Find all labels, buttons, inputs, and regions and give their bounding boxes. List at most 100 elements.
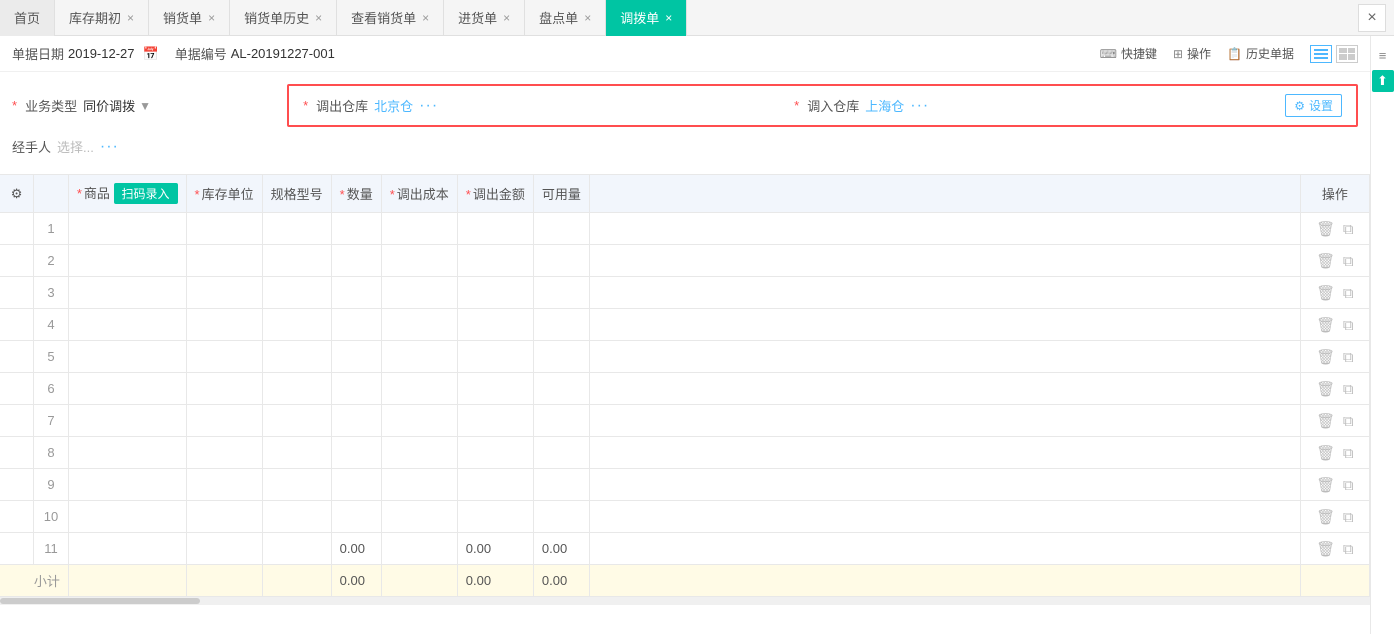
row-spec-cell[interactable]: [262, 469, 331, 501]
window-close-button[interactable]: ×: [1358, 4, 1386, 32]
row-spec-cell[interactable]: [262, 309, 331, 341]
row-available-cell[interactable]: [533, 405, 589, 437]
transfer-out-value[interactable]: 北京仓: [374, 96, 413, 115]
sidebar-list-icon[interactable]: ≡: [1372, 44, 1394, 66]
row-goods-cell[interactable]: [68, 437, 186, 469]
row-goods-cell[interactable]: [68, 277, 186, 309]
row-cost-cell[interactable]: [381, 373, 457, 405]
row-spec-cell[interactable]: [262, 213, 331, 245]
row-amount-cell[interactable]: [457, 245, 533, 277]
row-amount-cell[interactable]: [457, 309, 533, 341]
row-unit-cell[interactable]: [186, 405, 262, 437]
delete-icon[interactable]: 🗑: [1316, 477, 1335, 494]
transfer-in-more-btn[interactable]: ···: [910, 97, 929, 115]
doc-date-value[interactable]: 2019-12-27: [68, 46, 135, 61]
row-spec-cell[interactable]: [262, 277, 331, 309]
row-spec-cell[interactable]: [262, 501, 331, 533]
row-spec-cell[interactable]: [262, 405, 331, 437]
row-goods-cell[interactable]: [68, 309, 186, 341]
list-view-btn[interactable]: [1310, 45, 1332, 63]
row-cost-cell[interactable]: [381, 437, 457, 469]
row-qty-cell[interactable]: [331, 277, 381, 309]
row-unit-cell[interactable]: [186, 437, 262, 469]
delete-icon[interactable]: 🗑: [1316, 253, 1335, 270]
delete-icon[interactable]: 🗑: [1316, 509, 1335, 526]
row-unit-cell[interactable]: [186, 277, 262, 309]
row-available-cell[interactable]: [533, 341, 589, 373]
row-goods-cell[interactable]: [68, 501, 186, 533]
row-available-cell[interactable]: [533, 245, 589, 277]
row-goods-cell[interactable]: [68, 213, 186, 245]
row-available-cell[interactable]: [533, 373, 589, 405]
row-goods-cell[interactable]: [68, 245, 186, 277]
tab-sales-order[interactable]: 销货单 ×: [149, 0, 230, 36]
row-amount-cell[interactable]: [457, 469, 533, 501]
row-amount-cell[interactable]: [457, 437, 533, 469]
row-available-cell[interactable]: [533, 309, 589, 341]
tab-sales-history[interactable]: 销货单历史 ×: [230, 0, 337, 36]
row-qty-cell[interactable]: [331, 309, 381, 341]
tab-sales-history-close[interactable]: ×: [315, 11, 322, 25]
row-unit-cell[interactable]: [186, 245, 262, 277]
row-unit-cell[interactable]: [186, 213, 262, 245]
biz-type-dropdown-icon[interactable]: ▼: [139, 99, 151, 113]
handler-more-btn[interactable]: ···: [100, 138, 119, 156]
delete-icon[interactable]: 🗑: [1316, 285, 1335, 302]
row-qty-cell[interactable]: [331, 245, 381, 277]
row-available-cell[interactable]: [533, 213, 589, 245]
row-qty-cell[interactable]: [331, 437, 381, 469]
transfer-in-value[interactable]: 上海仓: [865, 96, 904, 115]
row-cost-cell[interactable]: [381, 213, 457, 245]
row-amount-cell[interactable]: [457, 405, 533, 437]
row-amount-cell[interactable]: [457, 341, 533, 373]
delete-icon[interactable]: 🗑: [1316, 541, 1335, 558]
tab-transfer-close[interactable]: ×: [665, 11, 672, 25]
row-unit-cell[interactable]: [186, 373, 262, 405]
row-amount-cell[interactable]: [457, 501, 533, 533]
row-spec-cell[interactable]: [262, 373, 331, 405]
biz-type-select[interactable]: 同价调拨 ▼: [83, 96, 243, 115]
scan-input-btn[interactable]: 扫码录入: [114, 183, 178, 204]
row-goods-cell[interactable]: [68, 341, 186, 373]
delete-icon[interactable]: 🗑: [1316, 381, 1335, 398]
row-cost-cell[interactable]: [381, 469, 457, 501]
row-qty-cell[interactable]: [331, 469, 381, 501]
row-available-cell[interactable]: [533, 501, 589, 533]
delete-icon[interactable]: 🗑: [1316, 445, 1335, 462]
row-available-cell[interactable]: [533, 469, 589, 501]
row-qty-cell[interactable]: [331, 501, 381, 533]
tab-inventory-init-close[interactable]: ×: [127, 11, 134, 25]
copy-icon[interactable]: ⧉: [1343, 285, 1354, 302]
tab-inventory-init[interactable]: 库存期初 ×: [55, 0, 149, 36]
row-goods-cell[interactable]: [68, 469, 186, 501]
row-goods-cell[interactable]: [68, 373, 186, 405]
tab-purchase[interactable]: 进货单 ×: [444, 0, 525, 36]
row-cost-cell[interactable]: [381, 309, 457, 341]
row-cost-cell[interactable]: [381, 277, 457, 309]
copy-icon[interactable]: ⧉: [1343, 381, 1354, 398]
grid-view-btn[interactable]: [1336, 45, 1358, 63]
delete-icon[interactable]: 🗑: [1316, 413, 1335, 430]
tab-home[interactable]: 首页: [0, 0, 55, 36]
row-qty-cell[interactable]: [331, 341, 381, 373]
copy-icon[interactable]: ⧉: [1343, 349, 1354, 366]
handler-placeholder[interactable]: 选择...: [57, 137, 94, 156]
copy-icon[interactable]: ⧉: [1343, 541, 1354, 558]
row-spec-cell[interactable]: [262, 341, 331, 373]
tab-view-sales[interactable]: 查看销货单 ×: [337, 0, 444, 36]
tab-purchase-close[interactable]: ×: [503, 11, 510, 25]
delete-icon[interactable]: 🗑: [1316, 317, 1335, 334]
row-cost-cell[interactable]: [381, 501, 457, 533]
tab-inventory[interactable]: 盘点单 ×: [525, 0, 606, 36]
row-unit-cell[interactable]: [186, 341, 262, 373]
copy-icon[interactable]: ⧉: [1343, 445, 1354, 462]
copy-icon[interactable]: ⧉: [1343, 253, 1354, 270]
tab-sales-order-close[interactable]: ×: [208, 11, 215, 25]
row-qty-cell[interactable]: [331, 213, 381, 245]
row-spec-cell[interactable]: [262, 437, 331, 469]
row-qty-cell[interactable]: [331, 373, 381, 405]
tab-inventory-close[interactable]: ×: [584, 11, 591, 25]
copy-icon[interactable]: ⧉: [1343, 317, 1354, 334]
row-cost-cell[interactable]: [381, 405, 457, 437]
row-goods-cell[interactable]: [68, 405, 186, 437]
